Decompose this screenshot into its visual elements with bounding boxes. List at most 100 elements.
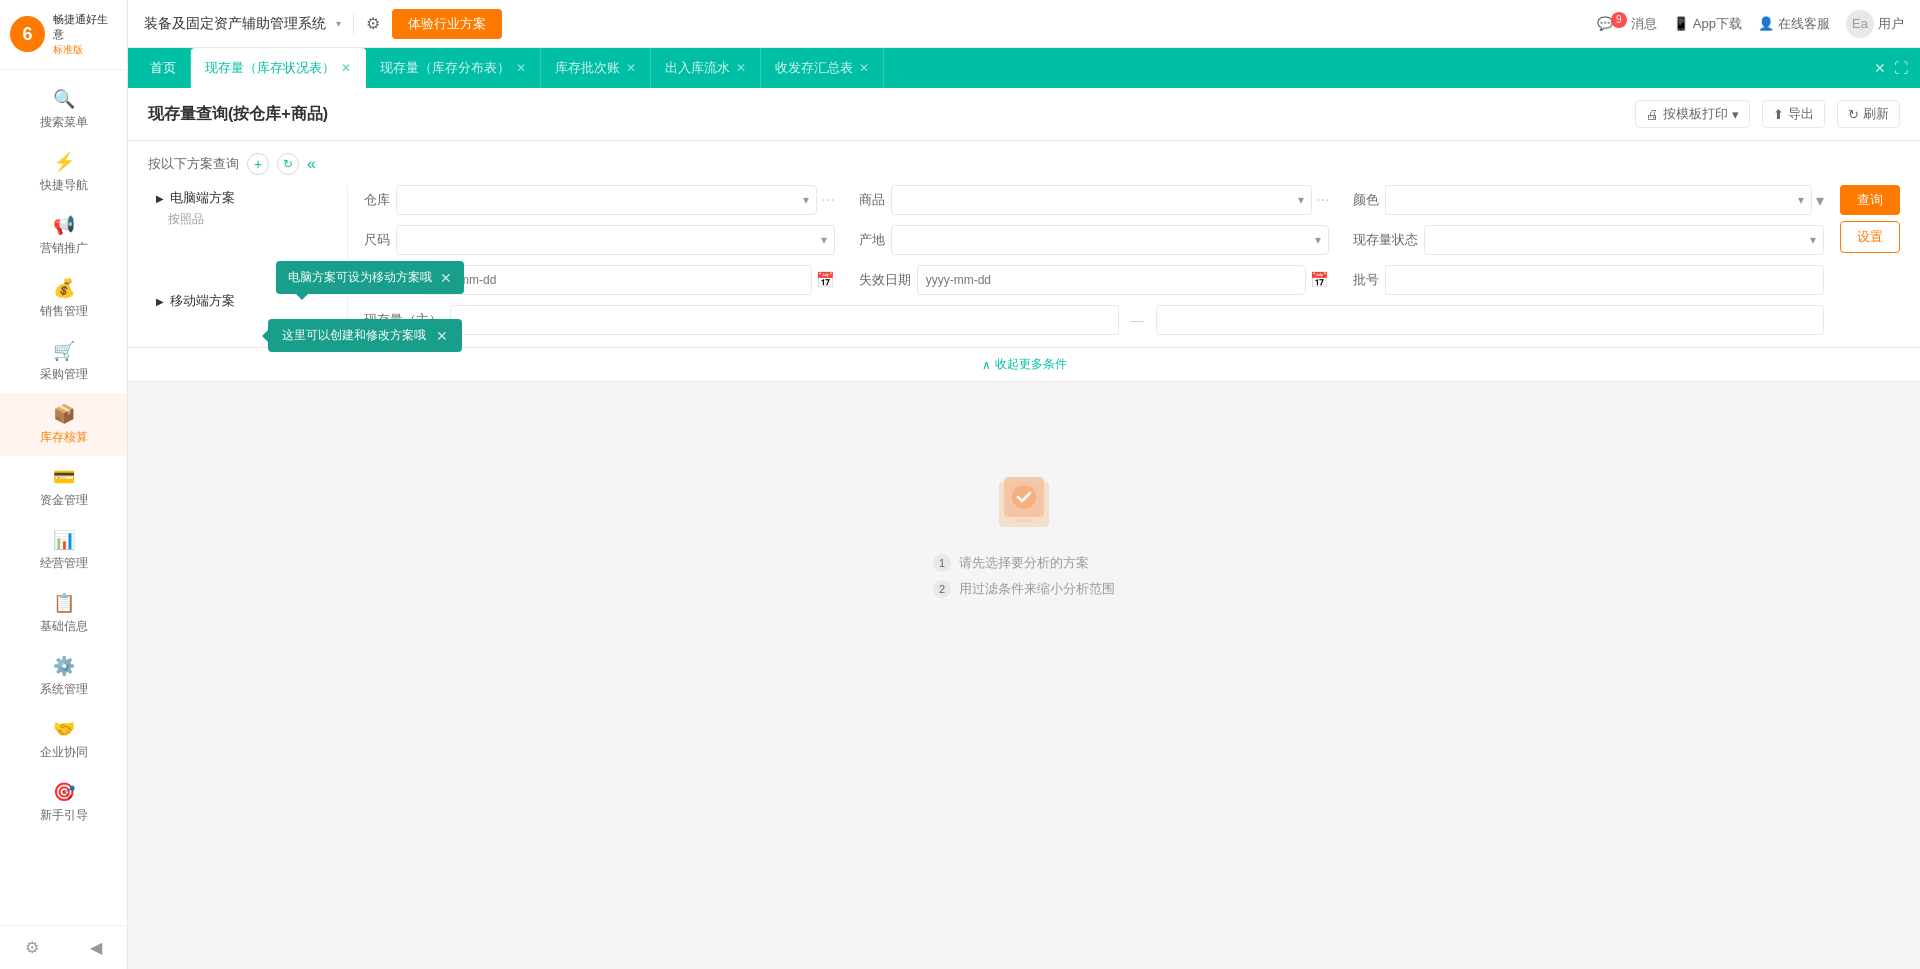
tooltip2-close[interactable]: ✕: [436, 328, 448, 344]
print-btn[interactable]: 🖨 按模板打印 ▾: [1635, 100, 1750, 128]
origin-label: 产地: [859, 231, 885, 249]
goods-select[interactable]: [891, 185, 1312, 215]
setup-btn[interactable]: 设置: [1840, 221, 1900, 253]
inv-main-from[interactable]: [450, 305, 1119, 335]
goods-label: 商品: [859, 191, 885, 209]
refresh-scheme-btn[interactable]: ↻: [277, 153, 299, 175]
tab-batch[interactable]: 库存批次账 ✕: [541, 48, 651, 88]
sidebar-item-marketing[interactable]: 📢 营销推广: [0, 204, 127, 267]
tab-expand-btn[interactable]: ⛶: [1894, 60, 1908, 76]
empty-state: 1 请先选择要分析的方案 2 用过滤条件来缩小分析范围: [128, 382, 1920, 678]
batch-no-input[interactable]: [1385, 265, 1824, 295]
tab-label: 现存量（库存分布表）: [380, 59, 510, 77]
filter-inv-status: 现存量状态: [1353, 225, 1824, 255]
settings-footer-btn[interactable]: ⚙: [25, 938, 39, 957]
inv-status-select-wrap: [1424, 225, 1824, 255]
filter-row-3: 生产日期 📅 失效日期 📅: [364, 265, 1824, 295]
tab-inventory-dist[interactable]: 现存量（库存分布表） ✕: [366, 48, 541, 88]
scheme-sub-label: 按照品: [148, 211, 331, 228]
tooltip2-text: 这里可以创建和修改方案哦: [282, 327, 426, 344]
collapse-label: 收起更多条件: [995, 356, 1067, 373]
collapse-bar[interactable]: ∧ 收起更多条件: [128, 348, 1920, 382]
tab-summary[interactable]: 收发存汇总表 ✕: [761, 48, 884, 88]
sidebar-item-label: 经营管理: [40, 555, 88, 572]
scheme-tree-desktop[interactable]: ▶ 电脑端方案: [148, 185, 331, 211]
purchase-icon: 🛒: [53, 340, 75, 362]
batch-no-label: 批号: [1353, 271, 1379, 289]
tabbar-actions: ✕ ⛶: [1874, 60, 1920, 76]
tab-close-icon[interactable]: ✕: [341, 61, 351, 75]
prod-date-input[interactable]: [422, 265, 812, 295]
tab-label: 库存批次账: [555, 59, 620, 77]
collapse-sidebar-btn[interactable]: ◀: [90, 938, 102, 957]
page-title: 现存量查询(按仓库+商品): [148, 104, 328, 125]
sidebar-item-collab[interactable]: 🤝 企业协同: [0, 708, 127, 771]
empty-tips: 1 请先选择要分析的方案 2 用过滤条件来缩小分析范围: [933, 554, 1115, 598]
sidebar-item-management[interactable]: 📊 经营管理: [0, 519, 127, 582]
sidebar-menu: 🔍 搜索菜单 ⚡ 快捷导航 📢 营销推广 💰 销售管理 🛒 采购管理 📦 库存核…: [0, 70, 127, 925]
warehouse-dots[interactable]: ···: [821, 191, 834, 209]
logo-title: 畅捷通好生意: [53, 12, 117, 43]
filter-main: ▶ 电脑端方案 按照品 这里可以创建和修改方案哦 ✕ ▶ 移动端方案: [148, 185, 1900, 335]
goods-select-wrap: [891, 185, 1312, 215]
add-scheme-btn[interactable]: +: [247, 153, 269, 175]
tab-close-icon[interactable]: ✕: [736, 61, 746, 75]
sidebar-item-guide[interactable]: 🎯 新手引导: [0, 771, 127, 834]
origin-select[interactable]: [891, 225, 1330, 255]
tab-close-all-btn[interactable]: ✕: [1874, 60, 1886, 76]
filter-size: 尺码: [364, 225, 835, 255]
tab-inventory-status[interactable]: 现存量（库存状况表） ✕: [191, 48, 366, 88]
warehouse-select[interactable]: [396, 185, 817, 215]
refresh-btn[interactable]: ↻ 刷新: [1837, 100, 1900, 128]
sidebar-item-inventory[interactable]: 📦 库存核算: [0, 393, 127, 456]
query-btn[interactable]: 查询: [1840, 185, 1900, 215]
scheme-arrow-btn[interactable]: «: [307, 155, 316, 173]
tooltip1-close[interactable]: ✕: [440, 270, 452, 286]
tab-close-icon[interactable]: ✕: [859, 61, 869, 75]
query-buttons: 查询 设置: [1840, 185, 1900, 335]
highlight-btn[interactable]: 体验行业方案: [392, 9, 502, 39]
warehouse-label: 仓库: [364, 191, 390, 209]
notice-label: 消息: [1631, 15, 1657, 33]
prod-date-calendar-icon[interactable]: 📅: [816, 271, 835, 289]
tab-inout-flow[interactable]: 出入库流水 ✕: [651, 48, 761, 88]
tab-home[interactable]: 首页: [136, 48, 191, 88]
sidebar-item-quicknav[interactable]: ⚡ 快捷导航: [0, 141, 127, 204]
sidebar-item-system[interactable]: ⚙️ 系统管理: [0, 645, 127, 708]
user-btn[interactable]: Ea 用户: [1846, 10, 1904, 38]
tab-close-icon[interactable]: ✕: [516, 61, 526, 75]
tip-num-1: 1: [933, 554, 951, 572]
export-btn[interactable]: ⬆ 导出: [1762, 100, 1825, 128]
sidebar-item-label: 基础信息: [40, 618, 88, 635]
topbar-divider: [353, 14, 354, 34]
expiry-date-input[interactable]: [917, 265, 1307, 295]
tip-num-2: 2: [933, 580, 951, 598]
inv-status-select[interactable]: [1424, 225, 1824, 255]
sidebar-item-basic-info[interactable]: 📋 基础信息: [0, 582, 127, 645]
sidebar-item-sales[interactable]: 💰 销售管理: [0, 267, 127, 330]
online-service-btn[interactable]: 👤 在线客服: [1758, 15, 1830, 33]
sidebar-item-search[interactable]: 🔍 搜索菜单: [0, 78, 127, 141]
notice-btn[interactable]: 💬 9 消息: [1597, 15, 1657, 33]
color-select[interactable]: [1385, 185, 1812, 215]
svg-rect-4: [1016, 519, 1032, 522]
sidebar-item-label: 销售管理: [40, 303, 88, 320]
sidebar: 6 畅捷通好生意 标准版 🔍 搜索菜单 ⚡ 快捷导航 📢 营销推广 💰 销售管理…: [0, 0, 128, 969]
color-arrow[interactable]: ▾: [1816, 191, 1824, 210]
settings-gear-icon[interactable]: ⚙: [366, 14, 380, 33]
logo-icon: 6: [10, 16, 45, 52]
arrow-icon: ▶: [156, 193, 164, 204]
inv-main-to[interactable]: [1156, 305, 1825, 335]
system-icon: ⚙️: [53, 655, 75, 677]
size-select[interactable]: [396, 225, 835, 255]
tab-close-icon[interactable]: ✕: [626, 61, 636, 75]
app-download-btn[interactable]: 📱 App下载: [1673, 15, 1742, 33]
goods-dots[interactable]: ···: [1316, 191, 1329, 209]
filter-row-1: 仓库 ··· 商品: [364, 185, 1824, 215]
system-title-arrow[interactable]: ▾: [336, 18, 341, 29]
sidebar-item-finance[interactable]: 💳 资金管理: [0, 456, 127, 519]
sidebar-footer: ⚙ ◀: [0, 925, 127, 969]
expiry-date-calendar-icon[interactable]: 📅: [1310, 271, 1329, 289]
sidebar-item-purchase[interactable]: 🛒 采购管理: [0, 330, 127, 393]
user-avatar: Ea: [1846, 10, 1874, 38]
